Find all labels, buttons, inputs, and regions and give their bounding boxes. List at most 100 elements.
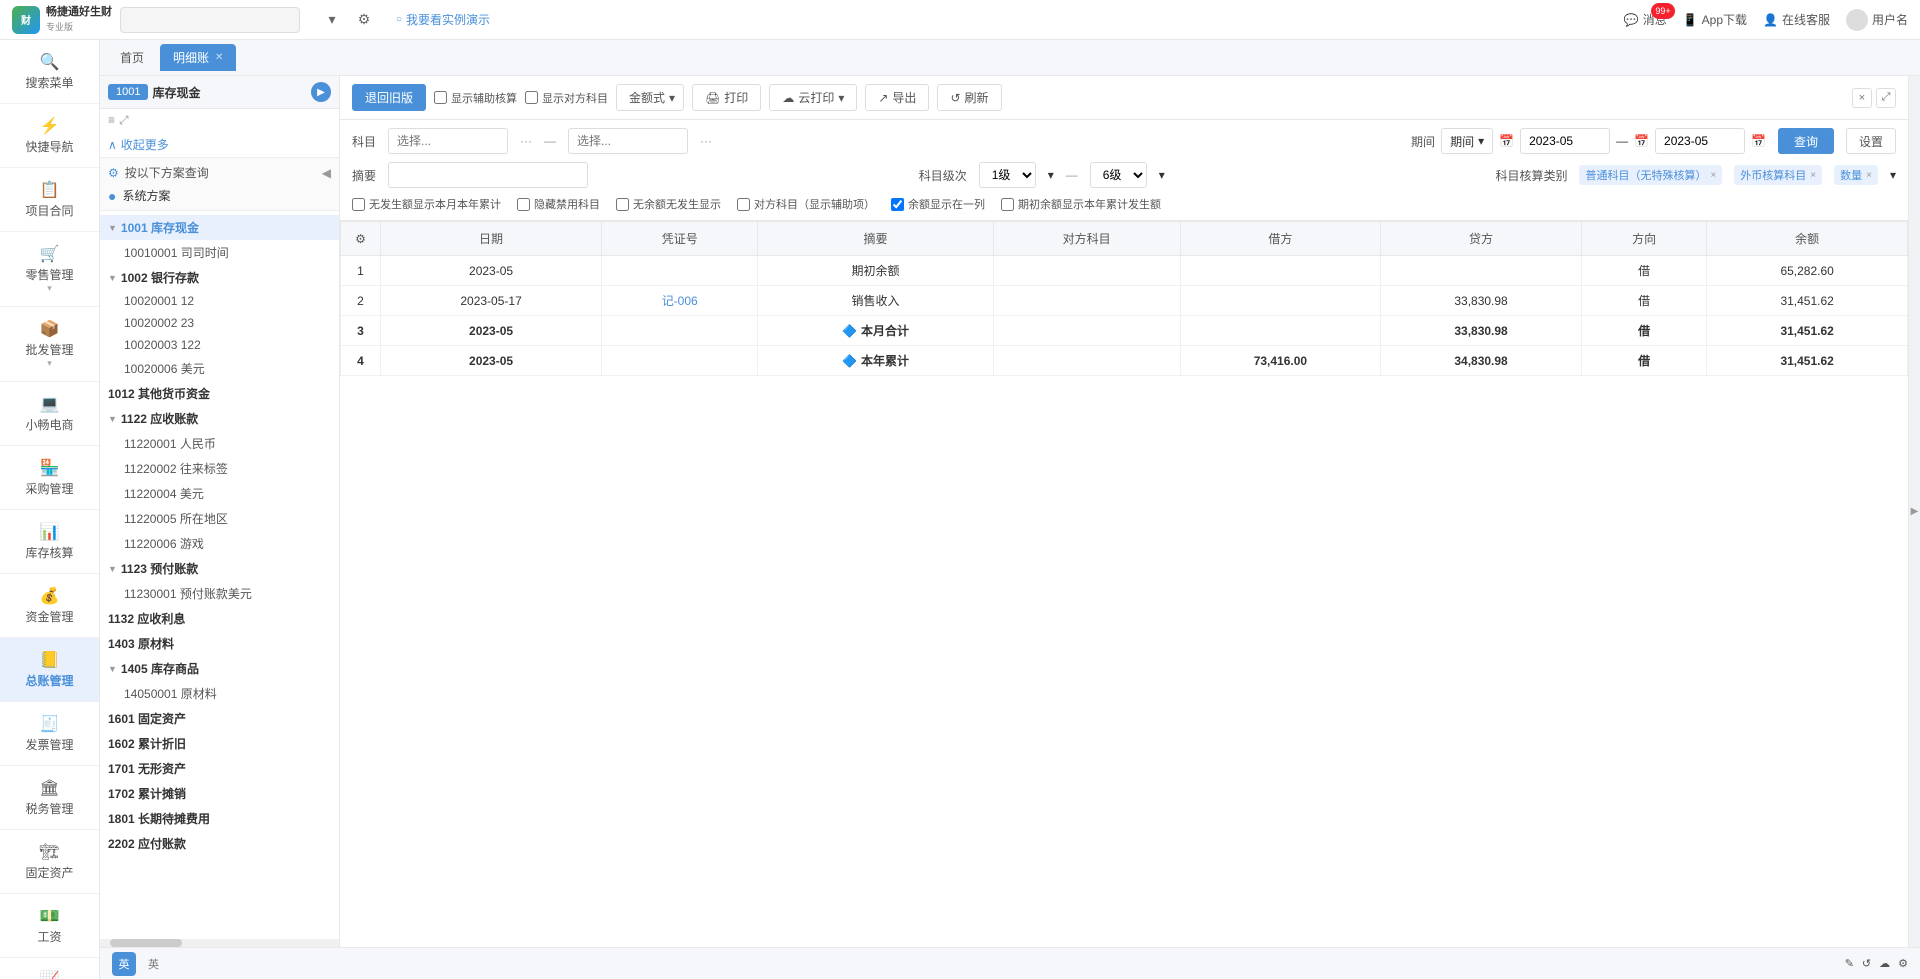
sidebar-item-invoice[interactable]: 🧾 发票管理: [0, 702, 99, 766]
tree-item-10020003[interactable]: 10020003 122: [100, 334, 339, 356]
return-old-btn[interactable]: 退回旧版: [352, 84, 426, 111]
tree-h-scrollbar[interactable]: [100, 939, 339, 947]
checkbox-hide-forbidden-input[interactable]: [517, 198, 530, 211]
tree-item-1122[interactable]: ▼ 1122 应收账款: [100, 406, 339, 431]
top-search-input[interactable]: [120, 7, 300, 33]
chevron-down-icon[interactable]: ▾: [320, 8, 344, 32]
filter-collapse-icon[interactable]: ◀: [322, 166, 331, 180]
tab-close-icon[interactable]: ✕: [215, 52, 223, 63]
period-type-select[interactable]: 期间 ▾: [1441, 128, 1493, 154]
tree-item-11230001[interactable]: 11230001 预付账款美元: [100, 581, 339, 606]
refresh-icon-status[interactable]: ↺: [1862, 957, 1871, 970]
sidebar-item-capital[interactable]: 💰 资金管理: [0, 574, 99, 638]
setup-btn[interactable]: 设置: [1846, 128, 1896, 154]
tree-item-2202[interactable]: 2202 应付账款: [100, 831, 339, 856]
tree-list-icon[interactable]: ≡: [108, 113, 115, 128]
edit-icon[interactable]: ✎: [1845, 957, 1854, 970]
subject-input-2[interactable]: [568, 128, 688, 154]
tree-item-1132[interactable]: 1132 应收利息: [100, 606, 339, 631]
export-btn[interactable]: ↗ 导出: [865, 84, 929, 111]
tree-item-11220006[interactable]: 11220006 游戏: [100, 531, 339, 556]
lang-btn[interactable]: 英: [112, 952, 136, 976]
tree-item-11220001[interactable]: 11220001 人民币: [100, 431, 339, 456]
tree-item-1801[interactable]: 1801 长期待摊费用: [100, 806, 339, 831]
expand-more-btn[interactable]: ∧ 收起更多: [108, 136, 331, 153]
voucher-link[interactable]: 记-006: [662, 294, 698, 308]
subject-input[interactable]: [388, 128, 508, 154]
tree-item-1601[interactable]: 1601 固定资产: [100, 706, 339, 731]
cloud-print-btn[interactable]: ☁ 云打印 ▾: [769, 84, 857, 111]
checkbox-opening-year[interactable]: 期初余额显示本年累计发生额: [1001, 196, 1161, 212]
online-service-btn[interactable]: 👤 在线客服: [1763, 11, 1830, 28]
tag-chip-close-icon-2[interactable]: ×: [1810, 170, 1816, 181]
gear-icon[interactable]: ⚙: [352, 8, 376, 32]
checkbox-balance-one-col-input[interactable]: [891, 198, 904, 211]
tab-home[interactable]: 首页: [108, 45, 156, 70]
expand-panel-btn[interactable]: ⤢: [1876, 88, 1896, 108]
level-end-select[interactable]: 6级5级4级: [1090, 162, 1147, 188]
side-collapse[interactable]: ▶: [1908, 76, 1920, 947]
sidebar-item-purchase[interactable]: 🏪 采购管理: [0, 446, 99, 510]
checkbox-contra[interactable]: 对方科目（显示辅助项）: [737, 196, 875, 212]
tab-detail[interactable]: 明细账 ✕: [160, 44, 236, 71]
tree-item-10010001[interactable]: 10010001 司司时间: [100, 240, 339, 265]
sidebar-item-tax[interactable]: 🏛 税务管理: [0, 766, 99, 830]
tree-expand-icon[interactable]: ⤢: [119, 113, 129, 128]
sidebar-item-wholesale[interactable]: 📦 批发管理 ▾: [0, 307, 99, 382]
refresh-btn[interactable]: ↺ 刷新: [937, 84, 1001, 111]
checkbox-no-occur[interactable]: 无发生额显示本月本年累计: [352, 196, 501, 212]
checkbox-no-balance-input[interactable]: [616, 198, 629, 211]
demo-link[interactable]: 我要看实例演示: [396, 11, 490, 28]
sidebar-item-biz[interactable]: 📈 经营管理: [0, 958, 99, 979]
tree-item-14050001[interactable]: 14050001 原材料: [100, 681, 339, 706]
show-contra-checkbox-label[interactable]: 显示对方科目: [525, 90, 608, 106]
tree-item-11220005[interactable]: 11220005 所在地区: [100, 506, 339, 531]
tree-item-1702[interactable]: 1702 累计摊销: [100, 781, 339, 806]
tree-item-11220002[interactable]: 11220002 往来标签: [100, 456, 339, 481]
app-download-btn[interactable]: 📱 App下载: [1683, 11, 1747, 28]
tree-item-10020001[interactable]: 10020001 12: [100, 290, 339, 312]
sidebar-item-retail[interactable]: 🛒 零售管理 ▾: [0, 232, 99, 307]
sidebar-item-salary[interactable]: 💵 工资: [0, 894, 99, 958]
tree-item-10020006[interactable]: 10020006 美元: [100, 356, 339, 381]
user-menu[interactable]: 用户名: [1846, 9, 1908, 31]
tree-item-1123[interactable]: ▼ 1123 预付账款: [100, 556, 339, 581]
checkbox-balance-one-col[interactable]: 余额显示在一列: [891, 196, 985, 212]
tag-chip-close-icon-3[interactable]: ×: [1866, 170, 1872, 181]
tag-chip-close-icon[interactable]: ×: [1710, 170, 1716, 181]
checkbox-hide-forbidden[interactable]: 隐藏禁用科目: [517, 196, 600, 212]
tree-item-1012[interactable]: 1012 其他货币资金: [100, 381, 339, 406]
sidebar-item-quick[interactable]: ⚡ 快捷导航: [0, 104, 99, 168]
tree-navigate-icon[interactable]: ▶: [311, 82, 331, 102]
show-aux-checkbox-label[interactable]: 显示辅助核算: [434, 90, 517, 106]
cloud-icon[interactable]: ☁: [1879, 957, 1890, 970]
tree-item-1405[interactable]: ▼ 1405 库存商品: [100, 656, 339, 681]
close-panel-btn[interactable]: ×: [1852, 88, 1872, 108]
currency-mode-btn[interactable]: 金额式 ▾: [616, 84, 684, 111]
tree-item-1001[interactable]: ▼ 1001 库存现金: [100, 215, 339, 240]
sidebar-item-ecommerce[interactable]: 💻 小畅电商: [0, 382, 99, 446]
checkbox-no-balance[interactable]: 无余额无发生显示: [616, 196, 721, 212]
tree-item-1701[interactable]: 1701 无形资产: [100, 756, 339, 781]
period-start-input[interactable]: [1520, 128, 1610, 154]
checkbox-no-occur-input[interactable]: [352, 198, 365, 211]
show-contra-checkbox[interactable]: [525, 91, 538, 104]
period-end-input[interactable]: [1655, 128, 1745, 154]
show-aux-checkbox[interactable]: [434, 91, 447, 104]
sidebar-item-search[interactable]: 🔍 搜索菜单: [0, 40, 99, 104]
tree-item-10020002[interactable]: 10020002 23: [100, 312, 339, 334]
query-btn[interactable]: 查询: [1778, 128, 1834, 154]
settings-icon-status[interactable]: ⚙: [1898, 957, 1908, 970]
quantity-dropdown-icon[interactable]: ▾: [1890, 168, 1896, 182]
tree-item-1403[interactable]: 1403 原材料: [100, 631, 339, 656]
tree-item-11220004[interactable]: 11220004 美元: [100, 481, 339, 506]
sidebar-item-assets[interactable]: 🏗 固定资产: [0, 830, 99, 894]
sidebar-item-project[interactable]: 📋 项目合同: [0, 168, 99, 232]
level-start-select[interactable]: 1级2级3级: [979, 162, 1036, 188]
checkbox-contra-input[interactable]: [737, 198, 750, 211]
summary-input[interactable]: [388, 162, 588, 188]
checkbox-opening-year-input[interactable]: [1001, 198, 1014, 211]
print-btn[interactable]: 🖨 打印: [692, 84, 761, 111]
cell-voucher[interactable]: 记-006: [602, 286, 758, 316]
tree-item-1002[interactable]: ▼ 1002 银行存款: [100, 265, 339, 290]
